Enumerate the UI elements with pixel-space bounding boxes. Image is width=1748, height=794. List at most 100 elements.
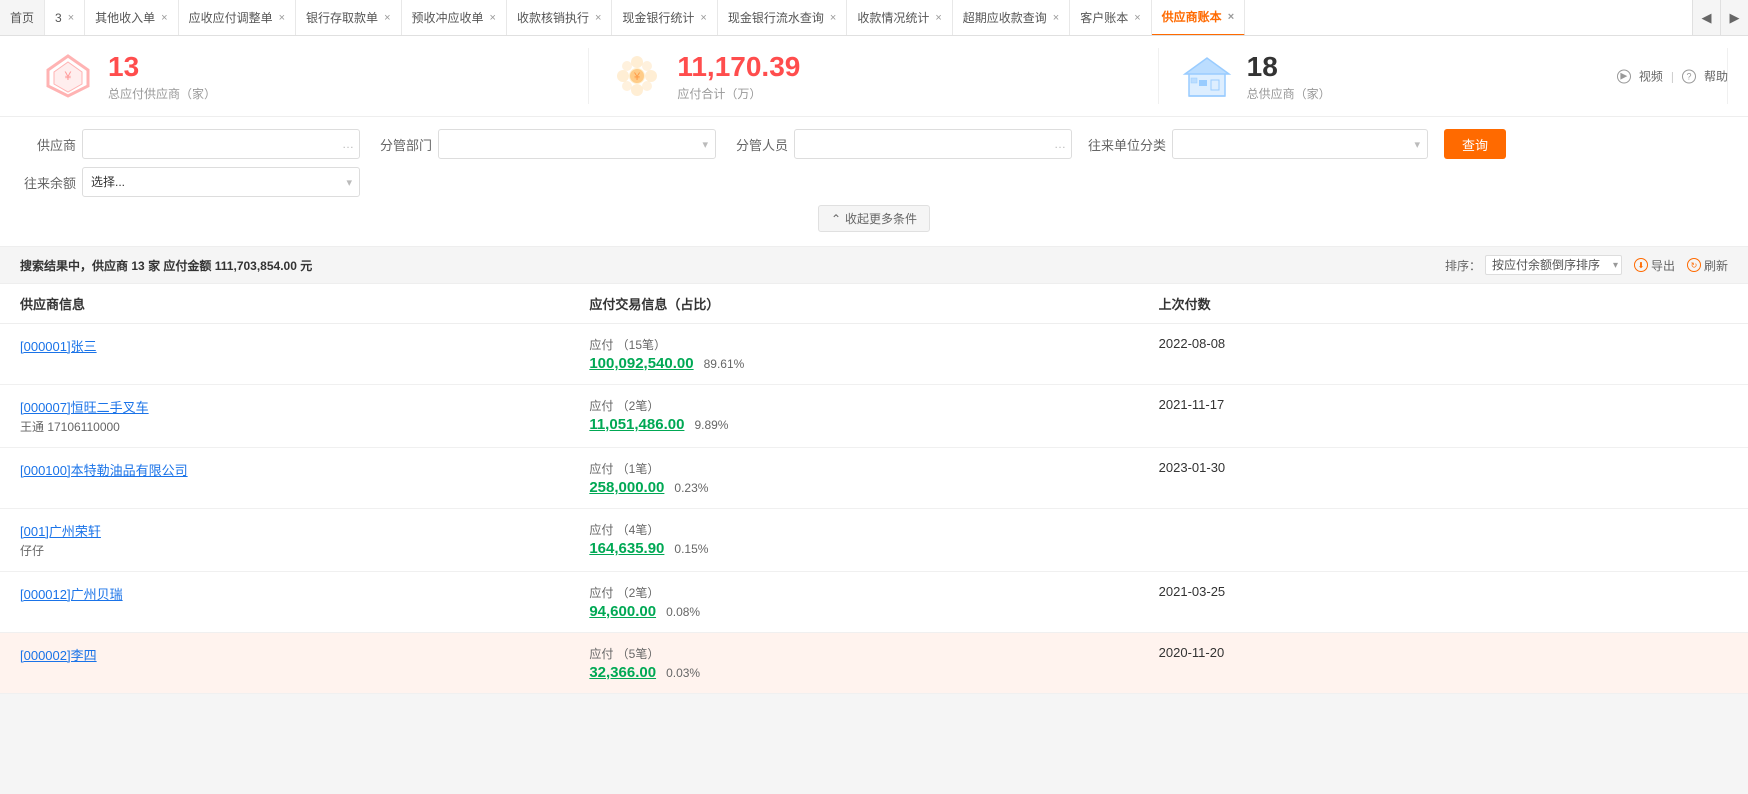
tab-close-ap-adjust[interactable]: × [279,12,285,24]
transaction-info-row5: 应付 （2笔） 94,600.00 0.08% [589,584,1158,620]
percent-row6: 0.03% [666,666,700,680]
percent-row4: 0.15% [674,542,708,556]
video-link[interactable]: 视频 [1639,68,1663,85]
pay-label-row1: 应付 （15笔） [589,336,1158,353]
nav-tab-bank-deposit[interactable]: 银行存取款单× [296,0,401,36]
amount-row6[interactable]: 32,366.00 [589,664,656,681]
tab-close-collect-stat[interactable]: × [935,12,941,24]
tab-close-cash-bank-stat[interactable]: × [700,12,706,24]
summary-text-total: 18 总供应商（家） [1247,50,1331,103]
sort-select[interactable]: 按应付余额倒序排序按应付余额正序排序按供应商名称排序 [1485,255,1622,275]
summary-label-payable: 总应付供应商（家） [108,85,216,102]
person-input-wrap: … [794,129,1072,159]
dept-select-wrap: ▾ [438,129,716,159]
top-navigation: 首页3×其他收入单×应收应付调整单×银行存取款单×预收冲应收单×收款核销执行×现… [0,0,1748,36]
tab-close-cash-bank-flow[interactable]: × [830,12,836,24]
transaction-info-row6: 应付 （5笔） 32,366.00 0.03% [589,645,1158,681]
tab-close-receipt-exec[interactable]: × [595,12,601,24]
tab-close-overdue-query[interactable]: × [1053,12,1059,24]
nav-tab-other-income[interactable]: 其他收入单 × [85,0,178,36]
export-action[interactable]: ⬇ 导出 [1634,257,1675,274]
person-label: 分管人员 [732,135,788,154]
table-row: [000007]恒旺二手叉车王通 17106110000 应付 （2笔） 11,… [0,385,1748,448]
filter-person: 分管人员 … [732,129,1072,159]
collapse-button[interactable]: ⌃ 收起更多条件 [818,205,930,232]
transaction-info-row3: 应付 （1笔） 258,000.00 0.23% [589,460,1158,496]
tab-close-bank-deposit[interactable]: × [384,12,390,24]
refresh-action[interactable]: ↻ 刷新 [1687,257,1728,274]
query-button[interactable]: 查询 [1444,129,1506,159]
supplier-input-wrap: … [82,129,360,159]
tab-close-prepay-collect[interactable]: × [490,12,496,24]
tab-close-other-income[interactable]: × [161,12,167,24]
supplier-info-row4: [001]广州荣轩仔仔 [20,521,589,559]
tab-label-receipt-exec: 收款核销执行 [517,9,589,26]
pay-label-row2: 应付 （2笔） [589,397,1158,414]
supplier-link-row3[interactable]: [000100]本特勒油品有限公司 [20,463,188,478]
nav-tab-customer-account[interactable]: 客户账本× [1070,0,1151,36]
nav-tab-cash-bank-flow[interactable]: 现金银行流水查询× [718,0,847,36]
supplier-info-row6: [000002]李四 [20,645,589,664]
amount-row2[interactable]: 11,051,486.00 [589,416,684,433]
supplier-sub-row2: 王通 17106110000 [20,418,589,435]
refresh-circle-icon: ↻ [1687,258,1701,272]
supplier-link-row1[interactable]: [000001]张三 [20,339,97,354]
amount-row4[interactable]: 164,635.90 [589,540,664,557]
tab-label-prepay-collect: 预收冲应收单 [412,9,484,26]
amount-row3[interactable]: 258,000.00 [589,479,664,496]
help-circle-icon: ? [1682,69,1696,83]
tab-close-tab3[interactable]: × [68,12,74,24]
result-info: 搜索结果中，供应商 13 家 应付金额 111,703,854.00 元 [20,257,312,274]
filter-row-2: 往来余额 选择... ▾ [20,167,1728,197]
nav-tab-prepay-collect[interactable]: 预收冲应收单 × [402,0,507,36]
nav-tab-ap-adjust[interactable]: 应收应付调整单 × [179,0,296,36]
nav-prev-arrow[interactable]: ◀ [1692,0,1720,36]
summary-number-amount: 11,170.39 [677,50,800,84]
tab-label-home: 首页 [10,9,34,26]
supplier-link-row4[interactable]: [001]广州荣轩 [20,524,101,539]
category-select[interactable] [1172,129,1428,159]
supplier-link-row6[interactable]: [000002]李四 [20,648,97,663]
amount-row1[interactable]: 100,092,540.00 [589,355,693,372]
result-bar: 搜索结果中，供应商 13 家 应付金额 111,703,854.00 元 排序：… [0,247,1748,284]
nav-tab-receipt-exec[interactable]: 收款核销执行 × [507,0,612,36]
nav-tab-cash-bank-stat[interactable]: 现金银行统计× [612,0,717,36]
summary-label-total: 总供应商（家） [1247,85,1331,102]
amount-row5[interactable]: 94,600.00 [589,603,656,620]
collapse-label: 收起更多条件 [845,210,917,227]
tab-close-supplier-account[interactable]: × [1228,11,1234,23]
pay-label-row3: 应付 （1笔） [589,460,1158,477]
supplier-input[interactable] [82,129,360,159]
table-header: 供应商信息 应付交易信息（占比） 上次付数 [0,284,1748,324]
percent-row5: 0.08% [666,605,700,619]
amount-prefix: 应付金额 [163,259,211,273]
last-date-row3: 2023-01-30 [1159,460,1728,475]
nav-tab-collect-stat[interactable]: 收款情况统计 × [847,0,952,36]
person-input[interactable] [794,129,1072,159]
sort-label: 排序： [1445,257,1481,274]
summary-label-amount: 应付合计（万） [677,85,800,102]
supplier-sub-row4: 仔仔 [20,542,589,559]
nav-tab-overdue-query[interactable]: 超期应收款查询× [953,0,1070,36]
tab-label-collect-stat: 收款情况统计 [857,9,929,26]
summary-card-suppliers-payable: ¥ 13 总应付供应商（家） [20,48,589,104]
summary-card-total-amount: ¥ 11,170.39 应付合计（万） [589,48,1158,104]
tab-label-other-income: 其他收入单 [95,9,155,26]
pay-label-row5: 应付 （2笔） [589,584,1158,601]
nav-tab-supplier-account[interactable]: 供应商账本× [1152,0,1245,36]
nav-tab-home[interactable]: 首页 [0,0,45,36]
nav-next-arrow[interactable]: ▶ [1720,0,1748,36]
tab-label-ap-adjust: 应收应付调整单 [189,9,273,26]
supplier-info-row2: [000007]恒旺二手叉车王通 17106110000 [20,397,589,435]
refresh-label: 刷新 [1704,257,1728,274]
svg-text:¥: ¥ [633,71,641,83]
nav-tab-tab3[interactable]: 3× [45,0,85,36]
help-link[interactable]: 帮助 [1704,68,1728,85]
summary-text-payable: 13 总应付供应商（家） [108,50,216,103]
supplier-link-row2[interactable]: [000007]恒旺二手叉车 [20,400,149,415]
supplier-link-row5[interactable]: [000012]广州贝瑞 [20,587,123,602]
tab-close-customer-account[interactable]: × [1134,12,1140,24]
dept-select[interactable] [438,129,716,159]
summary-number-payable: 13 [108,50,216,84]
balance-select[interactable]: 选择... [82,167,360,197]
